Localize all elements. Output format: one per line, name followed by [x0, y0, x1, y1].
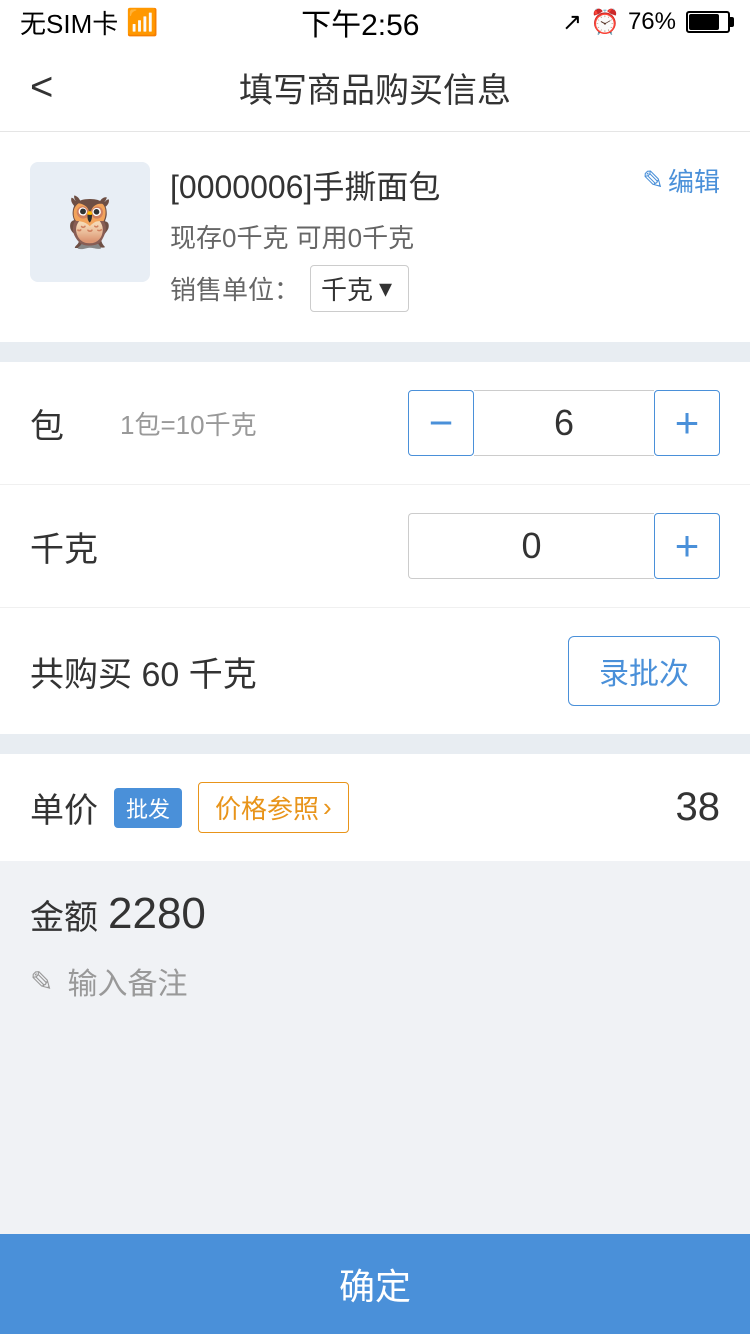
nav-bar: < 填写商品购买信息: [0, 44, 750, 132]
package-hint: 1包=10千克: [120, 405, 408, 442]
package-increment-button[interactable]: +: [654, 390, 720, 456]
battery-icon: [686, 11, 730, 33]
package-row: 包 1包=10千克 − +: [0, 362, 750, 485]
kilogram-increment-button[interactable]: +: [654, 513, 720, 579]
price-section: 单价 批发 价格参照 › 38: [0, 754, 750, 861]
input-section: 包 1包=10千克 − + 千克 +: [0, 362, 750, 608]
carrier-label: 无SIM卡: [20, 4, 118, 41]
status-bar: 无SIM卡 📶 下午2:56 ↗ ⏰ 76%: [0, 0, 750, 44]
product-name: [0000006]手撕面包: [170, 162, 440, 208]
amount-label: 金额: [30, 890, 98, 939]
back-button[interactable]: <: [30, 65, 53, 110]
dropdown-arrow-icon: ▾: [379, 273, 392, 304]
kilogram-row: 千克 +: [0, 485, 750, 608]
price-label: 单价: [30, 783, 98, 832]
kilogram-quantity-input[interactable]: [408, 513, 654, 579]
divider-2: [0, 734, 750, 754]
kilogram-label: 千克: [30, 522, 110, 571]
edit-icon: ✎: [642, 165, 664, 196]
battery-percent: 76%: [628, 8, 676, 36]
location-icon: ↗: [562, 8, 582, 37]
price-value: 38: [676, 785, 721, 830]
page-title: 填写商品购买信息: [239, 63, 511, 112]
total-text: 共购买 60 千克: [30, 647, 257, 696]
price-row: 单价 批发 价格参照 › 38: [30, 782, 720, 833]
status-time: 下午2:56: [301, 0, 419, 44]
divider-1: [0, 342, 750, 362]
product-image: 🦉: [30, 162, 150, 282]
wifi-icon: 📶: [126, 7, 158, 38]
note-label: 输入备注: [67, 959, 187, 1003]
edit-button[interactable]: ✎ 编辑: [642, 162, 720, 199]
note-row[interactable]: ✎ 输入备注: [30, 959, 720, 1003]
product-card: 🦉 [0000006]手撕面包 ✎ 编辑 现存0千克 可用0千克 销售单位： 千…: [0, 132, 750, 342]
confirm-button[interactable]: 确定: [0, 1234, 750, 1334]
status-right: ↗ ⏰ 76%: [562, 8, 730, 37]
product-unit-row: 销售单位： 千克 ▾: [170, 265, 720, 312]
package-quantity-control: − +: [408, 390, 720, 456]
price-reference-button[interactable]: 价格参照 ›: [198, 782, 349, 833]
product-info: [0000006]手撕面包 ✎ 编辑 现存0千克 可用0千克 销售单位： 千克 …: [170, 162, 720, 312]
wholesale-tag: 批发: [114, 788, 182, 828]
alarm-icon: ⏰: [590, 8, 620, 37]
amount-section: 金额 2280 ✎ 输入备注: [0, 861, 750, 1031]
amount-value: 2280: [108, 889, 206, 939]
product-logo-icon: 🦉: [59, 193, 121, 252]
note-edit-icon: ✎: [30, 965, 53, 998]
total-row: 共购买 60 千克 录批次: [0, 608, 750, 734]
unit-label: 销售单位：: [170, 270, 300, 307]
package-label: 包: [30, 399, 110, 448]
batch-button[interactable]: 录批次: [568, 636, 720, 706]
unit-dropdown[interactable]: 千克 ▾: [310, 265, 409, 312]
price-left: 单价 批发 价格参照 ›: [30, 782, 349, 833]
package-decrement-button[interactable]: −: [408, 390, 474, 456]
product-stock: 现存0千克 可用0千克: [170, 218, 720, 255]
chevron-right-icon: ›: [323, 792, 332, 823]
amount-row: 金额 2280: [30, 889, 720, 939]
package-quantity-input[interactable]: [474, 390, 654, 456]
status-left: 无SIM卡 📶: [20, 4, 159, 41]
kilogram-quantity-control: +: [408, 513, 720, 579]
